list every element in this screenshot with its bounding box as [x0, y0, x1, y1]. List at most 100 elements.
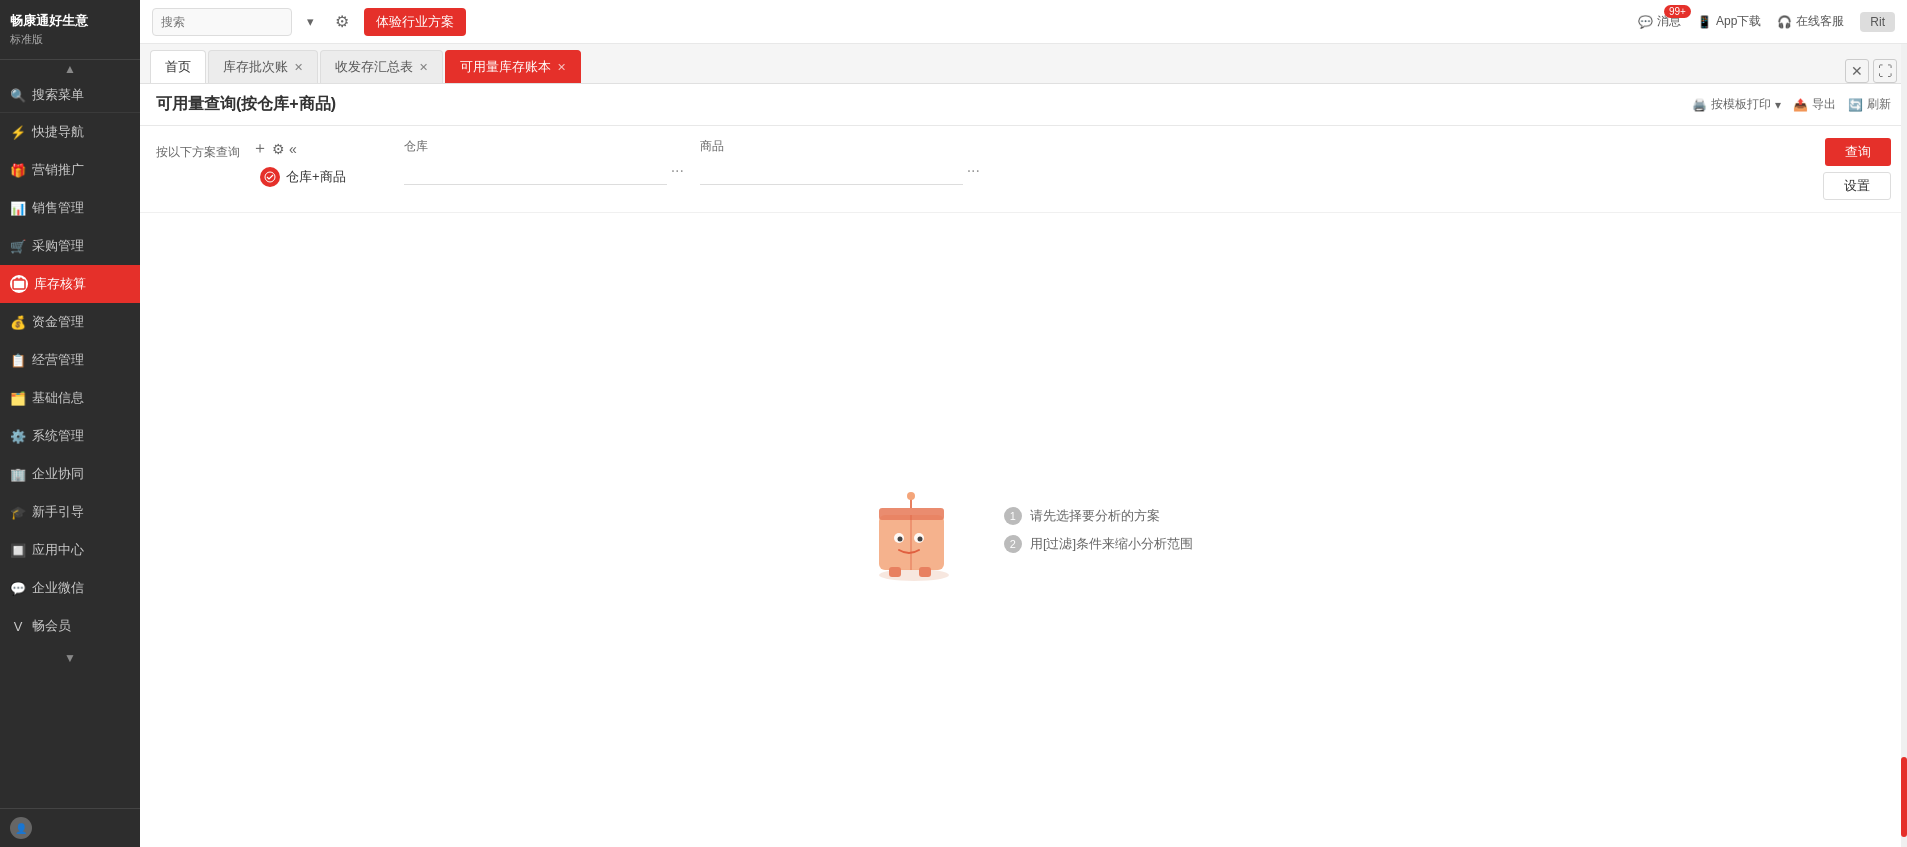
online-service-btn[interactable]: 🎧 在线客服: [1777, 13, 1844, 30]
sidebar-item-label: 基础信息: [32, 389, 84, 407]
tab-available-ledger-label: 可用量库存账本: [460, 58, 551, 76]
topbar-dropdown-btn[interactable]: ▾: [300, 12, 320, 32]
sidebar-scroll-down[interactable]: ▼: [0, 649, 140, 667]
tab-available-ledger[interactable]: 可用量库存账本 ✕: [445, 50, 581, 83]
message-btn[interactable]: 💬 消息 99+: [1638, 13, 1681, 30]
sidebar-item-vip[interactable]: V 畅会员: [0, 607, 140, 645]
tab-close-btn[interactable]: ✕: [1845, 59, 1869, 83]
print-icon: 🖨️: [1692, 98, 1707, 112]
empty-tips: 1 请先选择要分析的方案 2 用[过滤]条件来缩小分析范围: [1004, 507, 1193, 553]
sidebar-search[interactable]: 🔍 搜索菜单: [0, 78, 140, 113]
product-more-btn[interactable]: ···: [967, 162, 980, 180]
query-btn[interactable]: 查询: [1825, 138, 1891, 166]
app-download-label: App下载: [1716, 13, 1761, 30]
mobile-icon: 📱: [1697, 15, 1712, 29]
sidebar-item-finance[interactable]: 💰 资金管理: [0, 303, 140, 341]
sidebar-item-inventory[interactable]: 库存核算: [0, 265, 140, 303]
wechat-icon: 💬: [10, 580, 26, 596]
product-field: 商品 ···: [700, 138, 980, 185]
app-download-btn[interactable]: 📱 App下载: [1697, 13, 1761, 30]
industry-btn[interactable]: 体验行业方案: [364, 8, 466, 36]
product-label: 商品: [700, 138, 980, 155]
tab-available-ledger-close[interactable]: ✕: [557, 61, 566, 74]
export-label: 导出: [1812, 96, 1836, 113]
gear-icon: ⚙: [335, 12, 349, 31]
tab-inventory-summary-label: 收发存汇总表: [335, 58, 413, 76]
add-scheme-btn[interactable]: ＋: [252, 138, 268, 159]
collapse-scheme-btn[interactable]: «: [289, 141, 297, 157]
filter-scheme: ＋ ⚙ « 仓库+商品: [252, 138, 392, 191]
empty-content: 1 请先选择要分析的方案 2 用[过滤]条件来缩小分析范围: [854, 470, 1193, 590]
print-dropdown-icon: ▾: [1775, 98, 1781, 112]
settings-btn[interactable]: 设置: [1823, 172, 1891, 200]
service-label: 在线客服: [1796, 13, 1844, 30]
tip-text-1: 请先选择要分析的方案: [1030, 507, 1160, 525]
scheme-item-warehouse-product[interactable]: 仓库+商品: [252, 163, 392, 191]
sidebar-search-label: 搜索菜单: [32, 86, 84, 104]
chevron-down-icon: ▼: [64, 651, 76, 665]
page-title: 可用量查询(按仓库+商品): [156, 94, 336, 115]
message-icon: 💬: [1638, 15, 1653, 29]
sidebar-bottom-user[interactable]: 👤: [0, 808, 140, 847]
sidebar-item-marketing[interactable]: 🎁 营销推广: [0, 151, 140, 189]
tab-inventory-summary-close[interactable]: ✕: [419, 61, 428, 74]
sidebar-item-appstore[interactable]: 🔲 应用中心: [0, 531, 140, 569]
sidebar-item-quick-nav[interactable]: ⚡ 快捷导航: [0, 113, 140, 151]
product-input[interactable]: [700, 157, 963, 185]
tab-inventory-summary[interactable]: 收发存汇总表 ✕: [320, 50, 443, 83]
tab-expand-btn[interactable]: ⛶: [1873, 59, 1897, 83]
scheme-icon: [260, 167, 280, 187]
system-icon: ⚙️: [10, 428, 26, 444]
sidebar-item-label: 企业微信: [32, 579, 84, 597]
finance-icon: 💰: [10, 314, 26, 330]
tip-num-1: 1: [1004, 507, 1022, 525]
operation-icon: 📋: [10, 352, 26, 368]
filter-actions: 查询 设置: [1823, 138, 1891, 200]
sidebar-item-label: 新手引导: [32, 503, 84, 521]
filter-area: 按以下方案查询 ＋ ⚙ « 仓库+商品: [140, 126, 1907, 213]
vip-icon: V: [10, 618, 26, 634]
tip-item-2: 2 用[过滤]条件来缩小分析范围: [1004, 535, 1193, 553]
sidebar-item-label: 经营管理: [32, 351, 84, 369]
tip-item-1: 1 请先选择要分析的方案: [1004, 507, 1193, 525]
print-btn[interactable]: 🖨️ 按模板打印 ▾: [1692, 96, 1781, 113]
chevron-down-icon: ▾: [307, 14, 314, 29]
warehouse-more-btn[interactable]: ···: [671, 162, 684, 180]
user-menu-btn[interactable]: Rit: [1860, 12, 1895, 32]
print-label: 按模板打印: [1711, 96, 1771, 113]
manage-scheme-btn[interactable]: ⚙: [272, 141, 285, 157]
tip-text-2: 用[过滤]条件来缩小分析范围: [1030, 535, 1193, 553]
sidebar-scroll-up[interactable]: ▲: [0, 60, 140, 78]
svg-point-8: [897, 537, 902, 542]
tab-batch-ledger[interactable]: 库存批次账 ✕: [208, 50, 318, 83]
app-version: 标准版: [10, 32, 130, 47]
sidebar-item-newbie[interactable]: 🎓 新手引导: [0, 493, 140, 531]
main-scrollbar[interactable]: [1901, 44, 1907, 847]
sidebar-item-sales[interactable]: 📊 销售管理: [0, 189, 140, 227]
topbar-search-input[interactable]: [152, 8, 292, 36]
sidebar-item-basic[interactable]: 🗂️ 基础信息: [0, 379, 140, 417]
svg-rect-12: [889, 567, 901, 577]
warehouse-label: 仓库: [404, 138, 684, 155]
export-btn[interactable]: 📤 导出: [1793, 96, 1836, 113]
refresh-btn[interactable]: 🔄 刷新: [1848, 96, 1891, 113]
tab-home[interactable]: 首页: [150, 50, 206, 83]
sidebar-item-enterprise[interactable]: 🏢 企业协同: [0, 455, 140, 493]
username-label: Rit: [1870, 15, 1885, 29]
sidebar-item-purchase[interactable]: 🛒 采购管理: [0, 227, 140, 265]
topbar-gear-btn[interactable]: ⚙: [328, 8, 356, 36]
user-avatar-icon: 👤: [10, 817, 32, 839]
tab-batch-ledger-close[interactable]: ✕: [294, 61, 303, 74]
tab-batch-ledger-label: 库存批次账: [223, 58, 288, 76]
sidebar-item-label: 资金管理: [32, 313, 84, 331]
sidebar-item-wechat[interactable]: 💬 企业微信: [0, 569, 140, 607]
sidebar-item-operation[interactable]: 📋 经营管理: [0, 341, 140, 379]
warehouse-field: 仓库 ···: [404, 138, 684, 185]
enterprise-icon: 🏢: [10, 466, 26, 482]
export-icon: 📤: [1793, 98, 1808, 112]
purchase-icon: 🛒: [10, 238, 26, 254]
main-content: ▾ ⚙ 体验行业方案 💬 消息 99+ 📱 App下载 🎧 在线客服 Rit: [140, 0, 1907, 847]
filter-scheme-header: ＋ ⚙ «: [252, 138, 392, 159]
sidebar-item-system[interactable]: ⚙️ 系统管理: [0, 417, 140, 455]
warehouse-input[interactable]: [404, 157, 667, 185]
